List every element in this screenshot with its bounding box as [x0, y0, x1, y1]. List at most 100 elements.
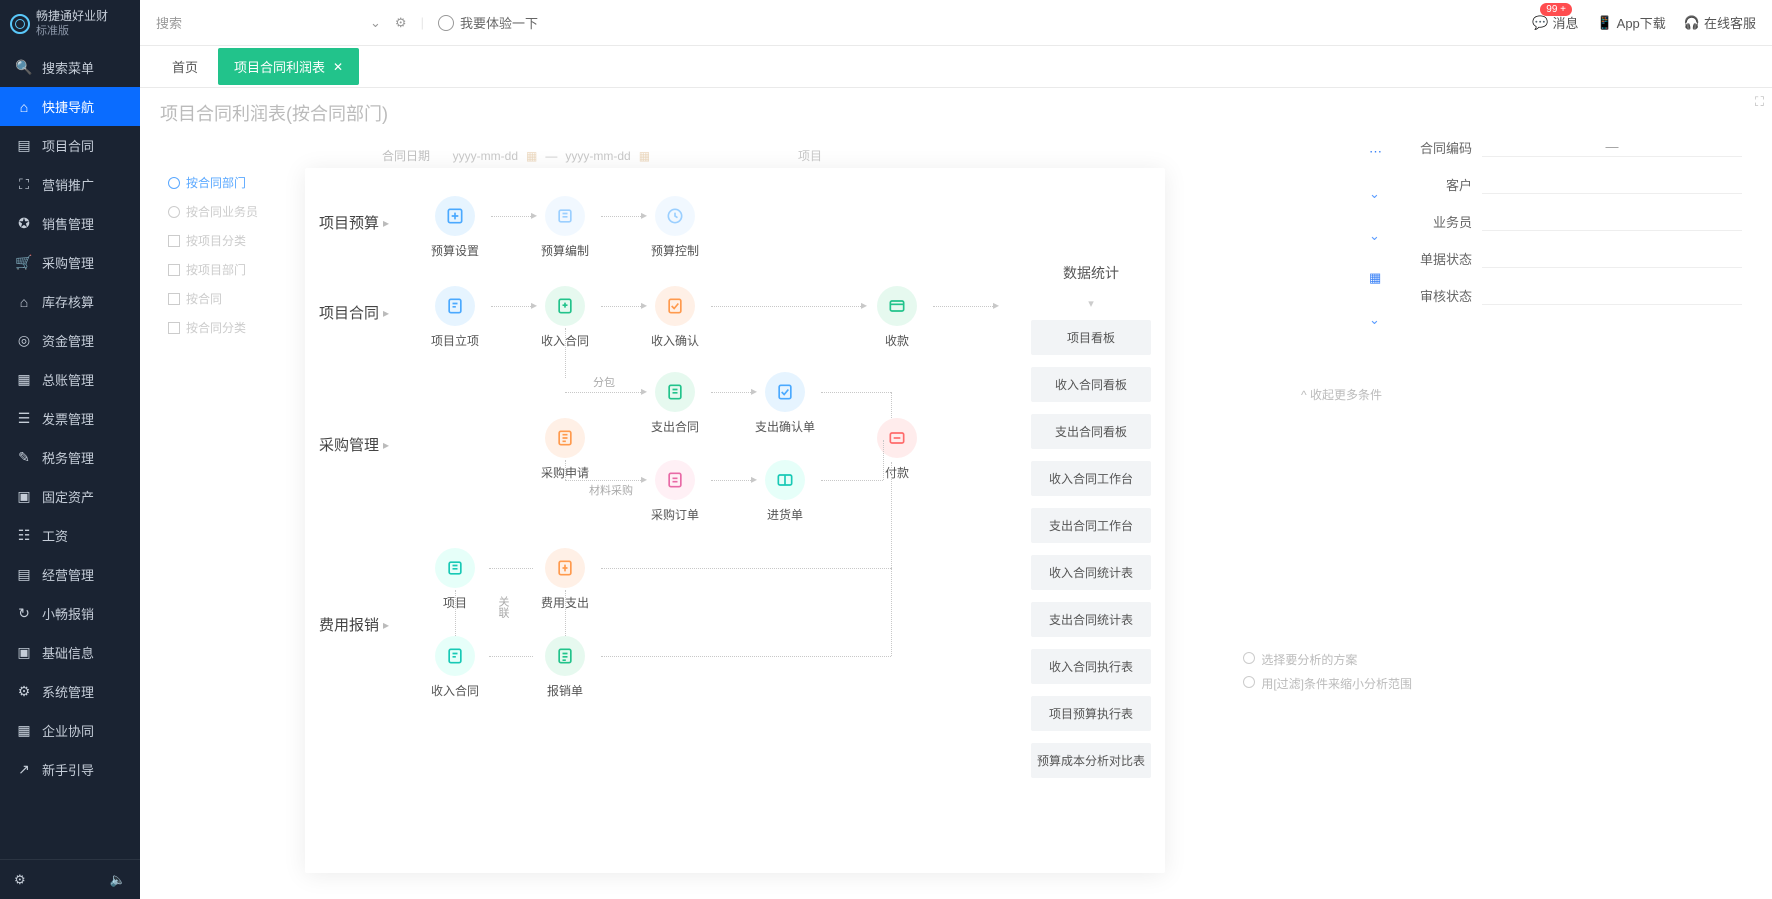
- demo-link[interactable]: 我要体验一下: [438, 13, 538, 32]
- chevron-down-icon[interactable]: ⌄: [1369, 228, 1382, 244]
- section-budget[interactable]: 项目预算▸: [319, 212, 389, 233]
- nav-quicknav[interactable]: ⌂ 快捷导航: [0, 87, 140, 126]
- node-project-init[interactable]: 项目立项: [423, 286, 487, 349]
- fullscreen-icon[interactable]: ⛶: [1755, 94, 1764, 110]
- nav-salary[interactable]: ☷工资: [0, 516, 140, 555]
- nav-label: 项目合同: [42, 136, 94, 155]
- search-dropdown-icon[interactable]: ⌄: [370, 15, 381, 31]
- tab-report[interactable]: 项目合同利润表 ✕: [218, 48, 359, 85]
- contract-code-field[interactable]: —: [1482, 139, 1742, 157]
- node-goods-in[interactable]: 进货单: [753, 460, 817, 523]
- node-income-contract-2[interactable]: 收入合同: [423, 636, 487, 699]
- doc-status-field[interactable]: [1482, 250, 1742, 268]
- calendar-icon[interactable]: ▦: [1369, 270, 1382, 286]
- audit-status-field[interactable]: [1482, 287, 1742, 305]
- brand-name: 畅捷通好业财: [36, 10, 108, 22]
- nav-label: 快捷导航: [42, 97, 94, 116]
- report-tree-item[interactable]: 按合同业务员: [168, 197, 288, 226]
- tab-home[interactable]: 首页: [156, 48, 214, 85]
- stat-expense-workbench[interactable]: 支出合同工作台: [1031, 508, 1151, 543]
- collapse-more[interactable]: ^ 收起更多条件: [1301, 386, 1382, 403]
- nav-search[interactable]: 🔍搜索菜单: [0, 48, 140, 87]
- nav-sales[interactable]: ✪销售管理: [0, 204, 140, 243]
- node-expense-confirm[interactable]: 支出确认单: [753, 372, 817, 435]
- nav-tax[interactable]: ✎税务管理: [0, 438, 140, 477]
- node-expense-form[interactable]: 报销单: [533, 636, 597, 699]
- node-payment[interactable]: 付款: [865, 418, 929, 481]
- nav-project-contract[interactable]: ▤项目合同: [0, 126, 140, 165]
- stat-budget-exec[interactable]: 项目预算执行表: [1031, 696, 1151, 731]
- nav-collab[interactable]: ▦企业协同: [0, 711, 140, 750]
- stat-income-stats[interactable]: 收入合同统计表: [1031, 555, 1151, 590]
- node-expense-contract[interactable]: 支出合同: [643, 372, 707, 435]
- more-icon[interactable]: ⋯: [1369, 144, 1382, 160]
- nav-label: 税务管理: [42, 448, 94, 467]
- report-tree-item[interactable]: 按项目分类: [168, 226, 288, 255]
- settings-icon[interactable]: ⚙: [14, 872, 26, 888]
- nav-purchase[interactable]: 🛒采购管理: [0, 243, 140, 282]
- nav-expense[interactable]: ↻ 小畅报销: [0, 594, 140, 633]
- quicknav-overlay: 项目预算▸ 项目合同▸ 采购管理▸ 费用报销▸ 预算设置 预算编制 预算控制 项…: [305, 168, 1165, 873]
- settings-top-icon[interactable]: ⚙: [395, 15, 407, 31]
- phone-icon: 📱: [1596, 15, 1612, 31]
- stat-budget-cost[interactable]: 预算成本分析对比表: [1031, 743, 1151, 778]
- support-link[interactable]: 🎧 在线客服: [1684, 13, 1756, 32]
- app-download-link[interactable]: 📱 App下载: [1596, 13, 1665, 32]
- square-icon: [168, 264, 180, 276]
- nav-funds[interactable]: ◎资金管理: [0, 321, 140, 360]
- global-search[interactable]: 搜索: [156, 13, 356, 32]
- chevron-down-icon[interactable]: ⌄: [1369, 186, 1382, 202]
- content: 项目合同利润表(按合同部门) ⛶ 按合同部门 按合同业务员 按项目分类 按项目部…: [140, 88, 1772, 899]
- sidebar: 畅捷通好业财 标准版 🔍搜索菜单 ⌂快捷导航 ▤项目合同 ⛶营销推广 ✪销售管理…: [0, 0, 140, 899]
- report-tree-item[interactable]: 按合同: [168, 284, 288, 313]
- report-tree-item[interactable]: 按项目部门: [168, 255, 288, 284]
- stat-project-board[interactable]: 项目看板: [1031, 320, 1151, 355]
- section-contract[interactable]: 项目合同▸: [319, 302, 389, 323]
- nav-ledger[interactable]: ▦总账管理: [0, 360, 140, 399]
- customer-field[interactable]: [1482, 176, 1742, 194]
- stats-title: 数据统计: [1031, 263, 1151, 283]
- speaker-icon[interactable]: 🔈: [110, 872, 126, 888]
- nav-guide[interactable]: ↗新手引导: [0, 750, 140, 789]
- compass-icon: ⌂: [16, 99, 32, 115]
- system-icon: ⚙: [16, 684, 32, 700]
- report-tree-item[interactable]: 按合同部门: [168, 168, 288, 197]
- node-budget-set[interactable]: 预算设置: [423, 196, 487, 259]
- stat-income-workbench[interactable]: 收入合同工作台: [1031, 461, 1151, 496]
- node-budget-control[interactable]: 预算控制: [643, 196, 707, 259]
- chevron-down-icon[interactable]: ⌄: [1369, 312, 1382, 328]
- info-icon: ▣: [16, 645, 32, 661]
- nav-fixed-asset[interactable]: ▣固定资产: [0, 477, 140, 516]
- gift-icon: ⛶: [16, 177, 32, 193]
- nav-label: 小畅报销: [42, 604, 94, 623]
- stat-income-exec[interactable]: 收入合同执行表: [1031, 649, 1151, 684]
- messages-link[interactable]: 99 + 💬 消息: [1532, 13, 1578, 32]
- filter-panel-right: 合同编码— 客户 业务员 单据状态 审核状态: [1402, 138, 1742, 323]
- node-receipt[interactable]: 收款: [865, 286, 929, 349]
- stat-expense-board[interactable]: 支出合同看板: [1031, 414, 1151, 449]
- node-budget-make[interactable]: 预算编制: [533, 196, 597, 259]
- nav-system[interactable]: ⚙系统管理: [0, 672, 140, 711]
- chevron-down-icon: ▾: [1031, 297, 1151, 310]
- nav-operation[interactable]: ▤经营管理: [0, 555, 140, 594]
- nav-basic-info[interactable]: ▣基础信息: [0, 633, 140, 672]
- report-tree-item[interactable]: 按合同分类: [168, 313, 288, 342]
- expense-icon: ↻: [16, 606, 32, 622]
- relate-label: 关联: [495, 596, 511, 618]
- node-purchase-order[interactable]: 采购订单: [643, 460, 707, 523]
- section-purchase[interactable]: 采购管理▸: [319, 434, 389, 455]
- nav-marketing[interactable]: ⛶营销推广: [0, 165, 140, 204]
- section-expense[interactable]: 费用报销▸: [319, 614, 389, 635]
- stat-expense-stats[interactable]: 支出合同统计表: [1031, 602, 1151, 637]
- nav-label: 销售管理: [42, 214, 94, 233]
- nav-inventory[interactable]: ⌂库存核算: [0, 282, 140, 321]
- home-icon: ⌂: [16, 294, 32, 310]
- node-income-confirm[interactable]: 收入确认: [643, 286, 707, 349]
- salesperson-field[interactable]: [1482, 213, 1742, 231]
- stat-income-board[interactable]: 收入合同看板: [1031, 367, 1151, 402]
- close-icon[interactable]: ✕: [333, 60, 343, 74]
- nav-invoice[interactable]: ☰发票管理: [0, 399, 140, 438]
- material-label: 材料采购: [589, 482, 633, 498]
- demo-label: 我要体验一下: [460, 13, 538, 32]
- square-icon: [168, 293, 180, 305]
